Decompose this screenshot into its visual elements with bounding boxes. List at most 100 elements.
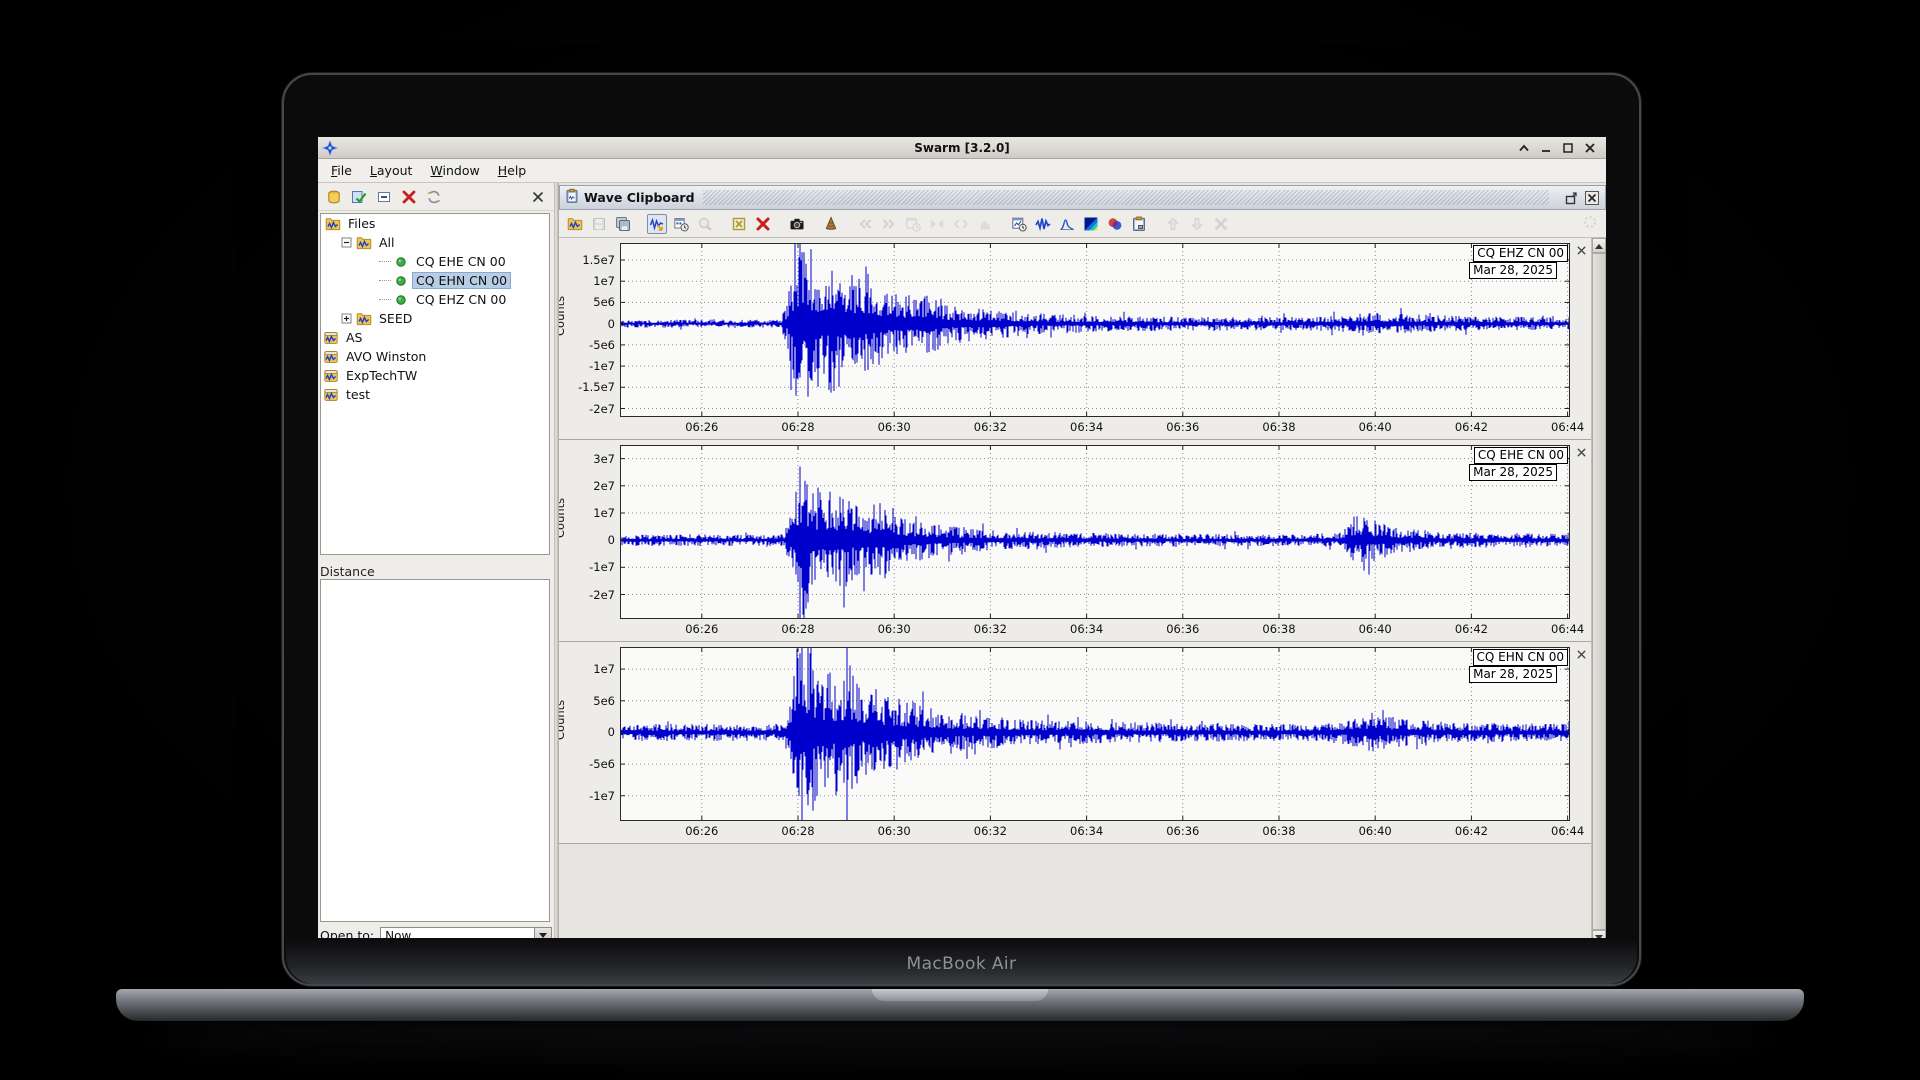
wave-panel-3[interactable]: Counts 1e7 5e6 0 -5e6 -1e7 06:26 06:28 06:30 06:3…: [559, 642, 1592, 844]
detach-frame-button[interactable]: [1561, 189, 1579, 207]
scroll-back-button[interactable]: [855, 214, 875, 234]
vertical-scrollbar[interactable]: [1591, 238, 1606, 945]
y-tick-label: 2e7: [593, 478, 615, 493]
spectra-view-button[interactable]: [1057, 214, 1077, 234]
close-wave-button[interactable]: [1574, 243, 1588, 257]
scroll-up-button[interactable]: [1592, 238, 1606, 253]
maximize-window-button[interactable]: [1560, 140, 1576, 156]
tree-item-test[interactable]: test: [321, 385, 549, 404]
throbber-gear-icon: [1582, 214, 1598, 234]
seismogram-plot[interactable]: CQ EHN CN 00 Mar 28, 2025: [620, 647, 1570, 821]
x-tick-label: 06:44: [1551, 622, 1585, 636]
handle-plus-icon[interactable]: [341, 313, 352, 324]
y-tick-label: 1.5e7: [582, 252, 615, 267]
goto-time-button[interactable]: [695, 214, 715, 234]
wave-view-button[interactable]: [1033, 214, 1053, 234]
particle-motion-icon: [1107, 216, 1123, 232]
open-file-button[interactable]: [565, 214, 585, 234]
compress-time-button[interactable]: [927, 214, 947, 234]
tree-item-as[interactable]: AS: [321, 328, 549, 347]
close-wave-button[interactable]: [1574, 445, 1588, 459]
save-all-icon: [615, 216, 631, 232]
expand-time-button[interactable]: [951, 214, 971, 234]
x-tick-label: 06:42: [1454, 622, 1488, 636]
tree-item-seed[interactable]: SEED: [321, 309, 549, 328]
chooser-close-button[interactable]: [528, 187, 548, 207]
tree-item-label: Files: [348, 216, 376, 231]
scroll-thumb[interactable]: [1592, 253, 1606, 930]
station-label: CQ EHN CN 00: [1472, 649, 1568, 666]
collapse-window-button[interactable]: [1516, 140, 1532, 156]
data-chooser-toolbar: [318, 184, 554, 211]
menu-layout[interactable]: Layout: [361, 160, 422, 181]
edit-check-button[interactable]: [349, 187, 369, 207]
expand-gold-button[interactable]: [729, 214, 749, 234]
remove-wave-button[interactable]: [1211, 214, 1231, 234]
clock-calendar-button[interactable]: [671, 214, 691, 234]
wave-panel-2[interactable]: Counts 3e7 2e7 1e7 0 -1e7 -2e7 06:26 06:28 06:30 0…: [559, 440, 1592, 642]
sync-channels-icon: [649, 216, 665, 232]
tree-item-cq-ehn-cn-00[interactable]: CQ EHN CN 00: [321, 271, 549, 290]
menu-file[interactable]: File: [322, 160, 361, 181]
close-window-button[interactable]: [1582, 140, 1598, 156]
menu-window[interactable]: Window: [421, 160, 488, 181]
channel-dot-icon: [393, 292, 409, 308]
sync-channels-button[interactable]: [647, 213, 667, 234]
last-time-button[interactable]: [975, 214, 995, 234]
tree-item-all[interactable]: All: [321, 233, 549, 252]
seismogram-plot[interactable]: CQ EHZ CN 00 Mar 28, 2025: [620, 243, 1570, 417]
scroll-forward-button[interactable]: [879, 214, 899, 234]
close-wave-button[interactable]: [1574, 647, 1588, 661]
tree-item-exptechtw[interactable]: ExpTechTW: [321, 366, 549, 385]
y-tick-label: 5e6: [593, 295, 615, 310]
data-chooser-panel: Files All CQ EHE CN 00 CQ EHN CN 00 CQ EHZ C…: [318, 183, 554, 945]
remove-all-icon: [755, 216, 771, 232]
x-tick-label: 06:40: [1358, 824, 1392, 838]
collapse-all-button[interactable]: [374, 187, 394, 207]
pick-mode-button[interactable]: [821, 214, 841, 234]
x-tick-label: 06:42: [1454, 824, 1488, 838]
save-all-button[interactable]: [613, 214, 633, 234]
wave-clipboard-header[interactable]: Wave Clipboard: [559, 185, 1606, 210]
time-settings-button[interactable]: [1009, 214, 1029, 234]
refresh-button[interactable]: [424, 187, 444, 207]
tree-item-cq-ehz-cn-00[interactable]: CQ EHZ CN 00: [321, 290, 549, 309]
move-up-button[interactable]: [1163, 214, 1183, 234]
tree-item-label: CQ EHN CN 00: [411, 272, 512, 289]
move-down-icon: [1189, 216, 1205, 232]
tree-item-cq-ehe-cn-00[interactable]: CQ EHE CN 00: [321, 252, 549, 271]
data-source-button[interactable]: [324, 187, 344, 207]
copy-clipboard-button[interactable]: [1129, 214, 1149, 234]
history-time-button[interactable]: [903, 214, 923, 234]
move-down-button[interactable]: [1187, 214, 1207, 234]
x-tick-label: 06:40: [1358, 420, 1392, 434]
delete-source-button[interactable]: [399, 187, 419, 207]
wave-view-icon: [1035, 216, 1051, 232]
capture-image-button[interactable]: [787, 214, 807, 234]
x-tick-label: 06:34: [1070, 622, 1104, 636]
save-button[interactable]: [589, 214, 609, 234]
base-scoop: [872, 989, 1048, 1001]
app-content: Files All CQ EHE CN 00 CQ EHN CN 00 CQ EHZ C…: [318, 183, 1606, 945]
seismogram-plot[interactable]: CQ EHE CN 00 Mar 28, 2025: [620, 445, 1570, 619]
window-controls: [1516, 140, 1598, 156]
x-tick-label: 06:38: [1262, 824, 1296, 838]
remove-all-button[interactable]: [753, 214, 773, 234]
y-tick-label: -1e7: [589, 788, 615, 803]
minimize-window-button[interactable]: [1538, 140, 1554, 156]
close-frame-button[interactable]: [1583, 189, 1601, 207]
x-tick-label: 06:26: [685, 420, 719, 434]
tree-item-avo-winston[interactable]: AVO Winston: [321, 347, 549, 366]
y-tick-label: 0: [607, 725, 615, 740]
expand-gold-icon: [731, 216, 747, 232]
wave-panel-1[interactable]: Counts 1.5e7 1e7 5e6 0 -5e6 -1e7 -1.5e7 -2e7 06:2…: [559, 238, 1592, 440]
compress-time-icon: [929, 216, 945, 232]
expand-time-icon: [953, 216, 969, 232]
menu-help[interactable]: Help: [489, 160, 536, 181]
tree-item-files[interactable]: Files: [321, 214, 549, 233]
particle-motion-button[interactable]: [1105, 214, 1125, 234]
spectrogram-view-button[interactable]: [1081, 214, 1101, 234]
scroll-forward-icon: [881, 216, 897, 232]
handle-minus-icon[interactable]: [341, 237, 352, 248]
pick-mode-icon: [823, 215, 839, 232]
